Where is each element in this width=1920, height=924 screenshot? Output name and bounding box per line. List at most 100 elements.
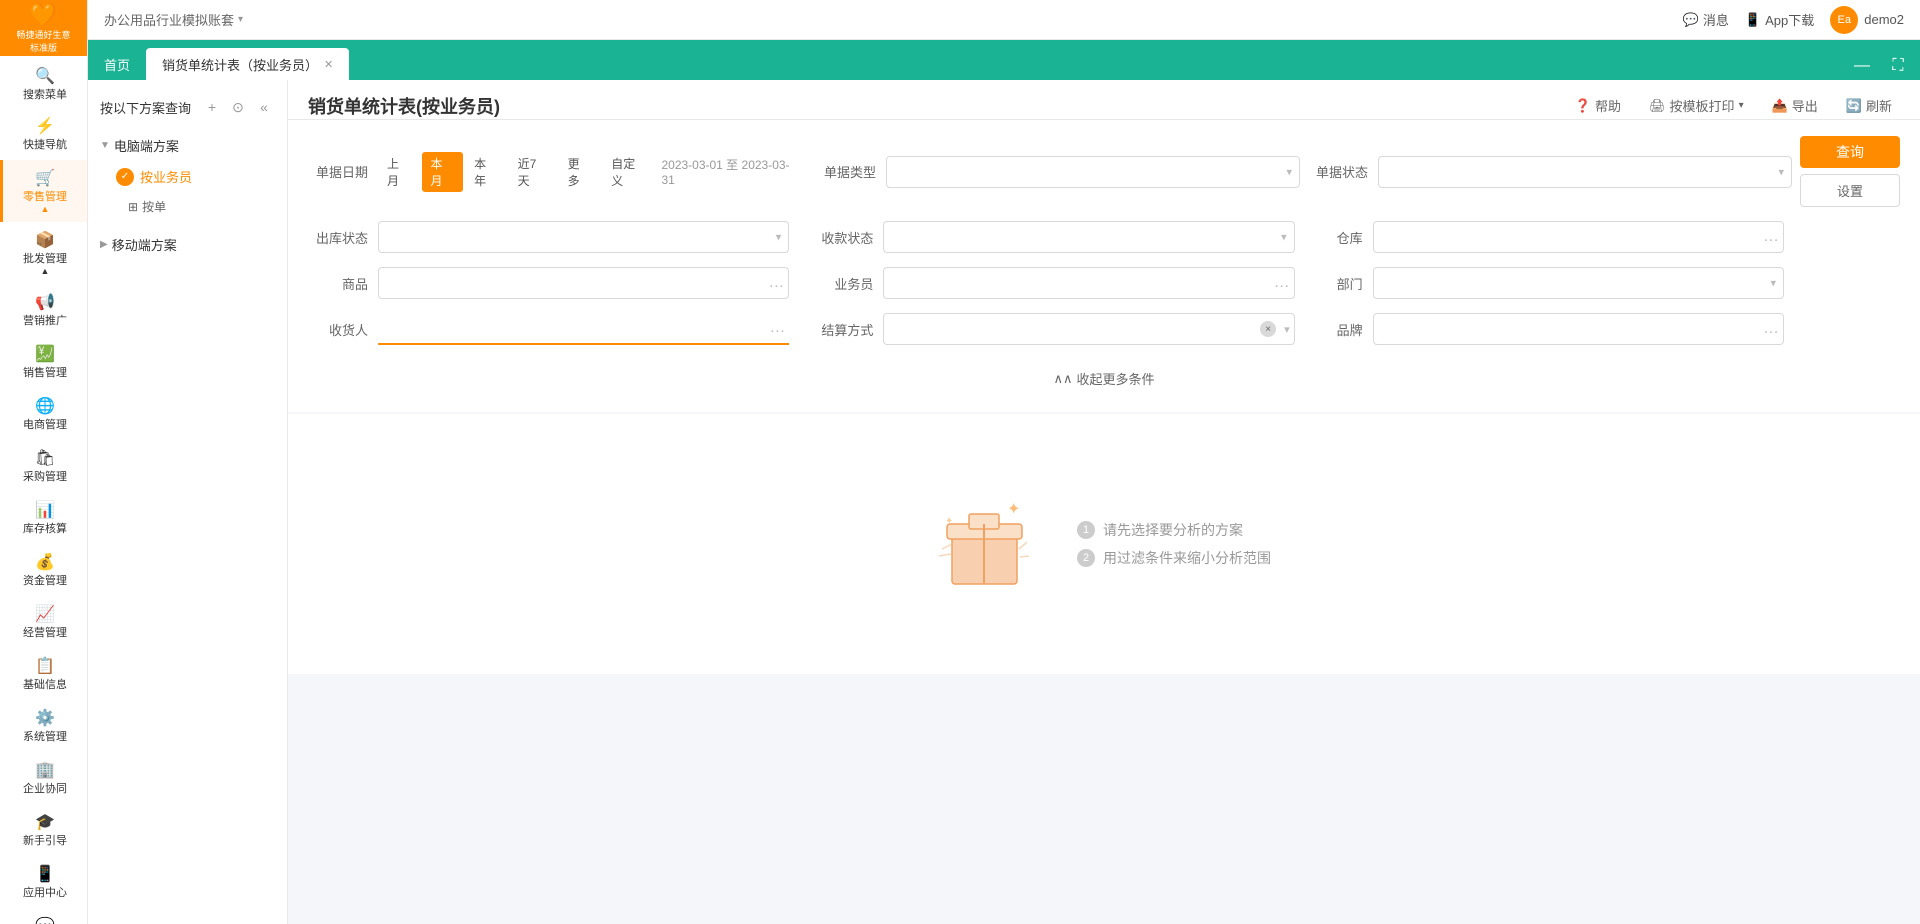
payment-status-select[interactable] xyxy=(883,221,1294,253)
help-btn[interactable]: ❓ 帮助 xyxy=(1567,92,1629,119)
warehouse-input[interactable] xyxy=(1382,230,1763,245)
app-download-btn[interactable]: 📱 App下载 xyxy=(1745,10,1814,29)
sidebar-newbie[interactable]: 🎓 新手引导 xyxy=(0,804,88,856)
hint-num-1: 1 xyxy=(1077,521,1095,539)
message-icon: 💬 xyxy=(1683,12,1699,28)
panel-header-label: 按以下方案查询 xyxy=(100,98,191,117)
hint-1: 1 请先选择要分析的方案 xyxy=(1077,520,1271,540)
settings-btn[interactable]: 设置 xyxy=(1800,174,1900,207)
payment-status-control[interactable]: ▾ xyxy=(883,221,1294,253)
doc-type-control[interactable]: ▾ xyxy=(886,156,1300,188)
goods-input[interactable] xyxy=(387,276,768,291)
date-btn-custom[interactable]: 自定义 xyxy=(602,152,655,192)
sidebar-search[interactable]: 🔍 搜索菜单 xyxy=(0,56,88,108)
sidebar-shortcut[interactable]: ⚡ 快捷导航 xyxy=(0,108,88,160)
salesperson-control[interactable]: … xyxy=(883,267,1294,299)
triangle-icon-mobile: ▶ xyxy=(100,239,108,250)
sidebar-wechat[interactable]: 💬 企业微信 xyxy=(0,908,88,924)
mobile-scheme-header[interactable]: ▶ 移动端方案 xyxy=(88,229,287,260)
department-control[interactable]: ▾ xyxy=(1373,267,1784,299)
doc-type-select[interactable] xyxy=(886,156,1300,188)
mobile-scheme-section: ▶ 移动端方案 xyxy=(88,225,287,264)
sidebar-purchase[interactable]: 🛍 采购管理 xyxy=(0,440,88,492)
print-btn[interactable]: 🖨 按模板打印 ▾ xyxy=(1641,92,1752,119)
avatar: Ea xyxy=(1830,6,1858,34)
sidebar-apps[interactable]: 📱 应用中心 xyxy=(0,856,88,908)
doc-status-control[interactable]: ▾ xyxy=(1378,156,1792,188)
receiver-dots[interactable]: … xyxy=(769,319,785,337)
sidebar-retail[interactable]: 🛒 零售管理 ▲ xyxy=(0,160,88,222)
sidebar-marketing[interactable]: 📢 营销推广 xyxy=(0,284,88,336)
salesperson-dots[interactable]: … xyxy=(1274,274,1290,292)
empty-hints: 1 请先选择要分析的方案 2 用过滤条件来缩小分析范围 xyxy=(1077,520,1271,568)
brand-dots[interactable]: … xyxy=(1763,320,1779,338)
out-status-select[interactable] xyxy=(378,221,789,253)
add-scheme-btn[interactable]: + xyxy=(201,96,223,118)
date-btn-more[interactable]: 更多 xyxy=(559,152,601,192)
user-menu[interactable]: Ea demo2 xyxy=(1830,6,1904,34)
message-btn[interactable]: 💬 消息 xyxy=(1683,10,1729,29)
workspace-dropdown-icon: ▾ xyxy=(238,14,243,25)
tab-sales-stat[interactable]: 销货单统计表（按业务员） ✕ xyxy=(146,48,349,80)
query-btn[interactable]: 查询 xyxy=(1800,136,1900,168)
sidebar-basic[interactable]: 📋 基础信息 xyxy=(0,648,88,700)
warehouse-control[interactable]: … xyxy=(1373,221,1784,253)
right-content: 销货单统计表(按业务员) ❓ 帮助 🖨 按模板打印 ▾ 📤 xyxy=(288,80,1920,924)
print-dropdown-icon: ▾ xyxy=(1739,100,1744,111)
action-buttons: 查询 设置 xyxy=(1800,136,1900,207)
salesperson-input[interactable] xyxy=(892,276,1273,291)
sidebar-inventory[interactable]: 📊 库存核算 xyxy=(0,492,88,544)
date-btn-this-year[interactable]: 本年 xyxy=(465,152,507,192)
empty-state-icon: ✦ ✦ xyxy=(937,494,1037,594)
scheme-sub-item[interactable]: ⊞ 按单 xyxy=(88,192,287,221)
sidebar-wholesale[interactable]: 📦 批发管理 ▲ xyxy=(0,222,88,284)
settlement-control[interactable]: × ▾ xyxy=(883,313,1294,345)
settlement-tag-close[interactable]: × xyxy=(1260,321,1276,337)
sidebar-finance[interactable]: 💰 资金管理 xyxy=(0,544,88,596)
desktop-scheme-header[interactable]: ▼ 电脑端方案 xyxy=(88,130,287,161)
sidebar-sales[interactable]: 💹 销售管理 xyxy=(0,336,88,388)
export-btn[interactable]: 📤 导出 xyxy=(1764,92,1826,119)
collapse-icon: ∧∧ xyxy=(1053,371,1072,387)
page-header: 销货单统计表(按业务员) ❓ 帮助 🖨 按模板打印 ▾ 📤 xyxy=(288,80,1920,120)
refresh-btn[interactable]: 🔄 刷新 xyxy=(1838,92,1900,119)
copy-scheme-btn[interactable]: ⊙ xyxy=(227,96,249,118)
brand-label: 品牌 xyxy=(1303,320,1373,339)
hint-num-2: 2 xyxy=(1077,549,1095,567)
tab-home-label: 首页 xyxy=(104,55,130,74)
brand-input[interactable] xyxy=(1382,322,1763,337)
tab-close-icon[interactable]: ✕ xyxy=(324,58,333,71)
message-label: 消息 xyxy=(1703,10,1729,29)
sidebar-ecom[interactable]: 🌐 电商管理 xyxy=(0,388,88,440)
date-btn-last-month[interactable]: 上月 xyxy=(378,152,420,192)
goods-control[interactable]: … xyxy=(378,267,789,299)
tab-minimize-btn[interactable]: — xyxy=(1848,52,1876,80)
tab-home[interactable]: 首页 xyxy=(88,48,146,80)
collapse-btn[interactable]: ∧∧ 收起更多条件 xyxy=(1053,363,1154,388)
receiver-control[interactable]: … xyxy=(378,313,789,345)
sidebar-system[interactable]: ⚙️ 系统管理 xyxy=(0,700,88,752)
workspace-info[interactable]: 办公用品行业模拟账套 ▾ xyxy=(104,10,243,29)
settlement-arrow[interactable]: ▾ xyxy=(1284,323,1290,336)
receiver-input[interactable] xyxy=(378,321,769,336)
doc-status-select[interactable] xyxy=(1378,156,1792,188)
logo-sub: 标准版 xyxy=(30,41,57,54)
date-filter-control: 上月 本月 本年 近7天 更多 自定义 2023-03-01 至 2023-03… xyxy=(378,152,800,192)
department-select[interactable] xyxy=(1373,267,1784,299)
collapse-row: ∧∧ 收起更多条件 xyxy=(308,359,1900,396)
date-btn-7days[interactable]: 近7天 xyxy=(509,152,557,192)
goods-dots[interactable]: … xyxy=(768,274,784,292)
active-scheme-dot: ✓ xyxy=(116,168,134,186)
tab-maximize-btn[interactable]: ⛶ xyxy=(1884,52,1912,80)
mobile-scheme-label: 移动端方案 xyxy=(112,235,177,254)
export-icon: 📤 xyxy=(1772,98,1788,114)
scheme-by-order-label: 按单 xyxy=(142,198,166,215)
sidebar-enterprise[interactable]: 🏢 企业协同 xyxy=(0,752,88,804)
sidebar-operations[interactable]: 📈 经营管理 xyxy=(0,596,88,648)
collapse-panel-btn[interactable]: « xyxy=(253,96,275,118)
out-status-control[interactable]: ▾ xyxy=(378,221,789,253)
scheme-by-salesperson[interactable]: ✓ 按业务员 xyxy=(88,161,287,192)
date-btn-this-month[interactable]: 本月 xyxy=(422,152,464,192)
brand-control[interactable]: … xyxy=(1373,313,1784,345)
warehouse-dots[interactable]: … xyxy=(1763,228,1779,246)
